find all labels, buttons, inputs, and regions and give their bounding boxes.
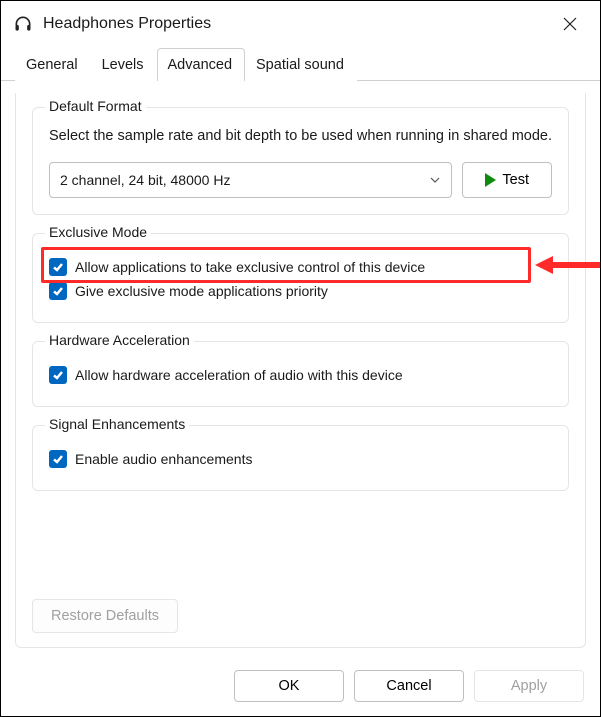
checkmark-icon: [52, 369, 64, 381]
hardware-acceleration-title: Hardware Acceleration: [45, 332, 194, 348]
ok-button[interactable]: OK: [234, 670, 344, 702]
tab-levels[interactable]: Levels: [91, 48, 157, 81]
allow-exclusive-label: Allow applications to take exclusive con…: [75, 259, 425, 275]
tab-advanced[interactable]: Advanced: [157, 48, 246, 81]
allow-exclusive-checkbox[interactable]: [49, 258, 67, 276]
allow-exclusive-row[interactable]: Allow applications to take exclusive con…: [49, 258, 552, 276]
restore-row: Restore Defaults: [32, 595, 569, 633]
default-format-title: Default Format: [45, 98, 146, 114]
tab-spatial-sound[interactable]: Spatial sound: [245, 48, 357, 81]
test-button-label: Test: [502, 172, 529, 188]
default-format-group: Default Format Select the sample rate an…: [32, 107, 569, 215]
allow-hw-accel-row[interactable]: Allow hardware acceleration of audio wit…: [49, 366, 552, 384]
apply-button[interactable]: Apply: [474, 670, 584, 702]
headphones-properties-window: Headphones Properties General Levels Adv…: [0, 0, 601, 717]
exclusive-priority-label: Give exclusive mode applications priorit…: [75, 283, 328, 299]
checkmark-icon: [52, 453, 64, 465]
headphones-icon: [13, 14, 33, 34]
tabstrip: General Levels Advanced Spatial sound: [1, 47, 600, 81]
enable-enhancements-row[interactable]: Enable audio enhancements: [49, 450, 552, 468]
sample-format-value: 2 channel, 24 bit, 48000 Hz: [60, 172, 230, 188]
dialog-footer: OK Cancel Apply: [1, 660, 600, 716]
allow-hw-accel-checkbox[interactable]: [49, 366, 67, 384]
signal-enhancements-group: Signal Enhancements Enable audio enhance…: [32, 425, 569, 491]
enable-enhancements-label: Enable audio enhancements: [75, 451, 252, 467]
advanced-panel: Default Format Select the sample rate an…: [15, 93, 586, 648]
exclusive-priority-checkbox[interactable]: [49, 282, 67, 300]
exclusive-mode-title: Exclusive Mode: [45, 224, 151, 240]
close-button[interactable]: [548, 9, 592, 39]
signal-enhancements-title: Signal Enhancements: [45, 416, 189, 432]
allow-hw-accel-label: Allow hardware acceleration of audio wit…: [75, 367, 403, 383]
chevron-down-icon: [429, 174, 441, 186]
test-button[interactable]: Test: [462, 162, 552, 198]
hardware-acceleration-group: Hardware Acceleration Allow hardware acc…: [32, 341, 569, 407]
exclusive-mode-group: Exclusive Mode Allow applications to tak…: [32, 233, 569, 323]
play-icon: [485, 173, 496, 187]
tab-general[interactable]: General: [15, 48, 91, 81]
close-icon: [563, 17, 577, 31]
checkmark-icon: [52, 285, 64, 297]
titlebar: Headphones Properties: [1, 1, 600, 47]
exclusive-priority-row[interactable]: Give exclusive mode applications priorit…: [49, 282, 552, 300]
tab-content: Default Format Select the sample rate an…: [1, 81, 600, 660]
window-title: Headphones Properties: [43, 15, 548, 33]
restore-defaults-button[interactable]: Restore Defaults: [32, 599, 178, 633]
enable-enhancements-checkbox[interactable]: [49, 450, 67, 468]
cancel-button[interactable]: Cancel: [354, 670, 464, 702]
checkmark-icon: [52, 261, 64, 273]
default-format-desc: Select the sample rate and bit depth to …: [49, 126, 552, 148]
sample-format-select[interactable]: 2 channel, 24 bit, 48000 Hz: [49, 162, 452, 198]
format-row: 2 channel, 24 bit, 48000 Hz Test: [49, 162, 552, 198]
